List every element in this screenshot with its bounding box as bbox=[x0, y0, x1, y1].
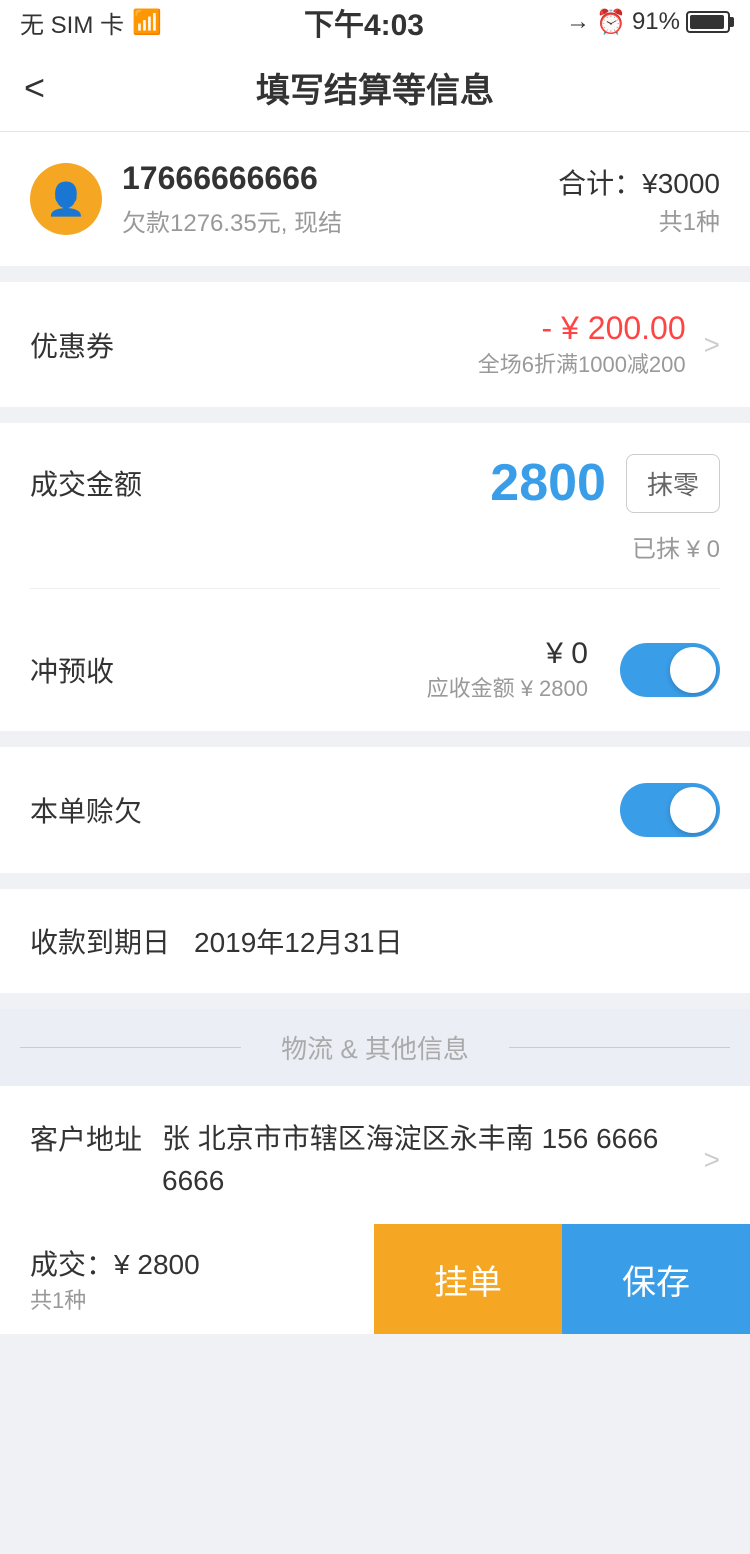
bottom-summary: 成交：¥ 2800 共1种 bbox=[0, 1243, 374, 1315]
due-date-label: 收款到期日 bbox=[30, 921, 170, 961]
bottom-bar: 成交：¥ 2800 共1种 挂单 保存 bbox=[0, 1224, 750, 1334]
round-zero-button[interactable]: 抹零 bbox=[626, 454, 720, 513]
bottom-deal-label: 成交： bbox=[30, 1249, 114, 1280]
divider-line-right bbox=[509, 1047, 730, 1048]
coupon-row[interactable]: 优惠券 - ¥ 200.00 全场6折满1000减200 > bbox=[0, 282, 750, 407]
save-button[interactable]: 保存 bbox=[562, 1224, 750, 1334]
location-icon: → bbox=[566, 8, 590, 36]
bottom-deal: 成交：¥ 2800 bbox=[30, 1243, 344, 1283]
prepay-container: 冲预收 ¥ 0 应收金额 ¥ 2800 bbox=[30, 589, 720, 731]
address-section: 客户地址 张 北京市市辖区海淀区永丰南 156 6666 6666 > bbox=[0, 1086, 750, 1234]
address-value: 张 北京市市辖区海淀区永丰南 156 6666 6666 bbox=[162, 1118, 694, 1202]
coupon-desc: 全场6折满1000减200 bbox=[478, 347, 686, 379]
status-right: → ⏰ 91% bbox=[566, 8, 730, 37]
nav-bar: < 填写结算等信息 bbox=[0, 44, 750, 132]
debt-row: 本单赊欠 bbox=[30, 747, 720, 873]
alarm-icon: ⏰ bbox=[596, 8, 626, 37]
user-debt: 欠款1276.35元, 现结 bbox=[122, 203, 342, 238]
prepay-right: ¥ 0 应收金额 ¥ 2800 bbox=[427, 637, 720, 703]
deal-section: 成交金额 2800 抹零 已抹 ¥ 0 冲预收 ¥ 0 应收金额 ¥ 2800 bbox=[0, 423, 750, 731]
coupon-info: - ¥ 200.00 全场6折满1000减200 bbox=[478, 310, 686, 379]
due-date-row: 收款到期日 2019年12月31日 bbox=[0, 889, 750, 993]
page-title: 填写结算等信息 bbox=[256, 63, 494, 112]
user-total: 合计：¥3000 bbox=[558, 162, 720, 202]
carrier-text: 无 SIM 卡 bbox=[20, 5, 124, 40]
debt-label: 本单赊欠 bbox=[30, 790, 142, 830]
deal-amount-value: 2800 bbox=[490, 453, 606, 513]
prepay-amount-block: ¥ 0 应收金额 ¥ 2800 bbox=[427, 637, 588, 703]
bottom-count: 共1种 bbox=[30, 1283, 344, 1315]
battery-percent: 91% bbox=[632, 8, 680, 36]
address-arrow-icon: > bbox=[704, 1144, 720, 1176]
user-phone: 17666666666 bbox=[122, 160, 342, 197]
debt-section: 本单赊欠 bbox=[0, 747, 750, 873]
deal-sub-text: 已抹 ¥ 0 bbox=[30, 529, 720, 588]
deal-right: 2800 抹零 bbox=[490, 453, 720, 513]
battery-icon bbox=[686, 11, 730, 33]
debt-toggle[interactable] bbox=[620, 783, 720, 837]
hang-button[interactable]: 挂单 bbox=[374, 1224, 562, 1334]
prepay-row: 冲预收 ¥ 0 应收金额 ¥ 2800 bbox=[30, 609, 720, 711]
prepay-amount: ¥ 0 bbox=[427, 637, 588, 671]
divider-text: 物流 & 其他信息 bbox=[261, 1029, 489, 1066]
due-date-value: 2019年12月31日 bbox=[194, 921, 403, 961]
address-label: 客户地址 bbox=[30, 1118, 142, 1158]
user-card: 👤 17666666666 欠款1276.35元, 现结 合计：¥3000 共1… bbox=[0, 132, 750, 266]
address-row[interactable]: 客户地址 张 北京市市辖区海淀区永丰南 156 6666 6666 > bbox=[30, 1086, 720, 1234]
user-count: 共1种 bbox=[558, 202, 720, 237]
user-right: 合计：¥3000 共1种 bbox=[558, 162, 720, 237]
status-bar: 无 SIM 卡 📶 下午4:03 → ⏰ 91% bbox=[0, 0, 750, 44]
wifi-icon: 📶 bbox=[132, 8, 162, 37]
user-info: 17666666666 欠款1276.35元, 现结 bbox=[122, 160, 342, 238]
coupon-label: 优惠券 bbox=[30, 325, 114, 365]
user-avatar: 👤 bbox=[30, 163, 102, 235]
coupon-arrow-icon: > bbox=[704, 329, 720, 361]
prepay-label: 冲预收 bbox=[30, 650, 114, 690]
bottom-deal-amount: ¥ 2800 bbox=[114, 1249, 200, 1280]
status-left: 无 SIM 卡 📶 bbox=[20, 5, 162, 40]
coupon-discount: - ¥ 200.00 bbox=[478, 310, 686, 347]
status-time: 下午4:03 bbox=[304, 0, 424, 44]
logistics-divider: 物流 & 其他信息 bbox=[0, 1009, 750, 1086]
deal-amount-container: 成交金额 2800 抹零 已抹 ¥ 0 bbox=[30, 423, 720, 588]
main-content: 👤 17666666666 欠款1276.35元, 现结 合计：¥3000 共1… bbox=[0, 132, 750, 1554]
deal-amount-row: 成交金额 2800 抹零 bbox=[30, 423, 720, 529]
back-button[interactable]: < bbox=[24, 67, 45, 109]
user-total-amount: ¥3000 bbox=[642, 168, 720, 199]
user-left: 👤 17666666666 欠款1276.35元, 现结 bbox=[30, 160, 342, 238]
deal-amount-label: 成交金额 bbox=[30, 463, 142, 503]
avatar-char: 👤 bbox=[46, 180, 86, 218]
user-total-label: 合计： bbox=[558, 168, 642, 199]
coupon-right: - ¥ 200.00 全场6折满1000减200 > bbox=[478, 310, 720, 379]
prepay-sub: 应收金额 ¥ 2800 bbox=[427, 671, 588, 703]
divider-line-left bbox=[20, 1047, 241, 1048]
prepay-toggle[interactable] bbox=[620, 643, 720, 697]
